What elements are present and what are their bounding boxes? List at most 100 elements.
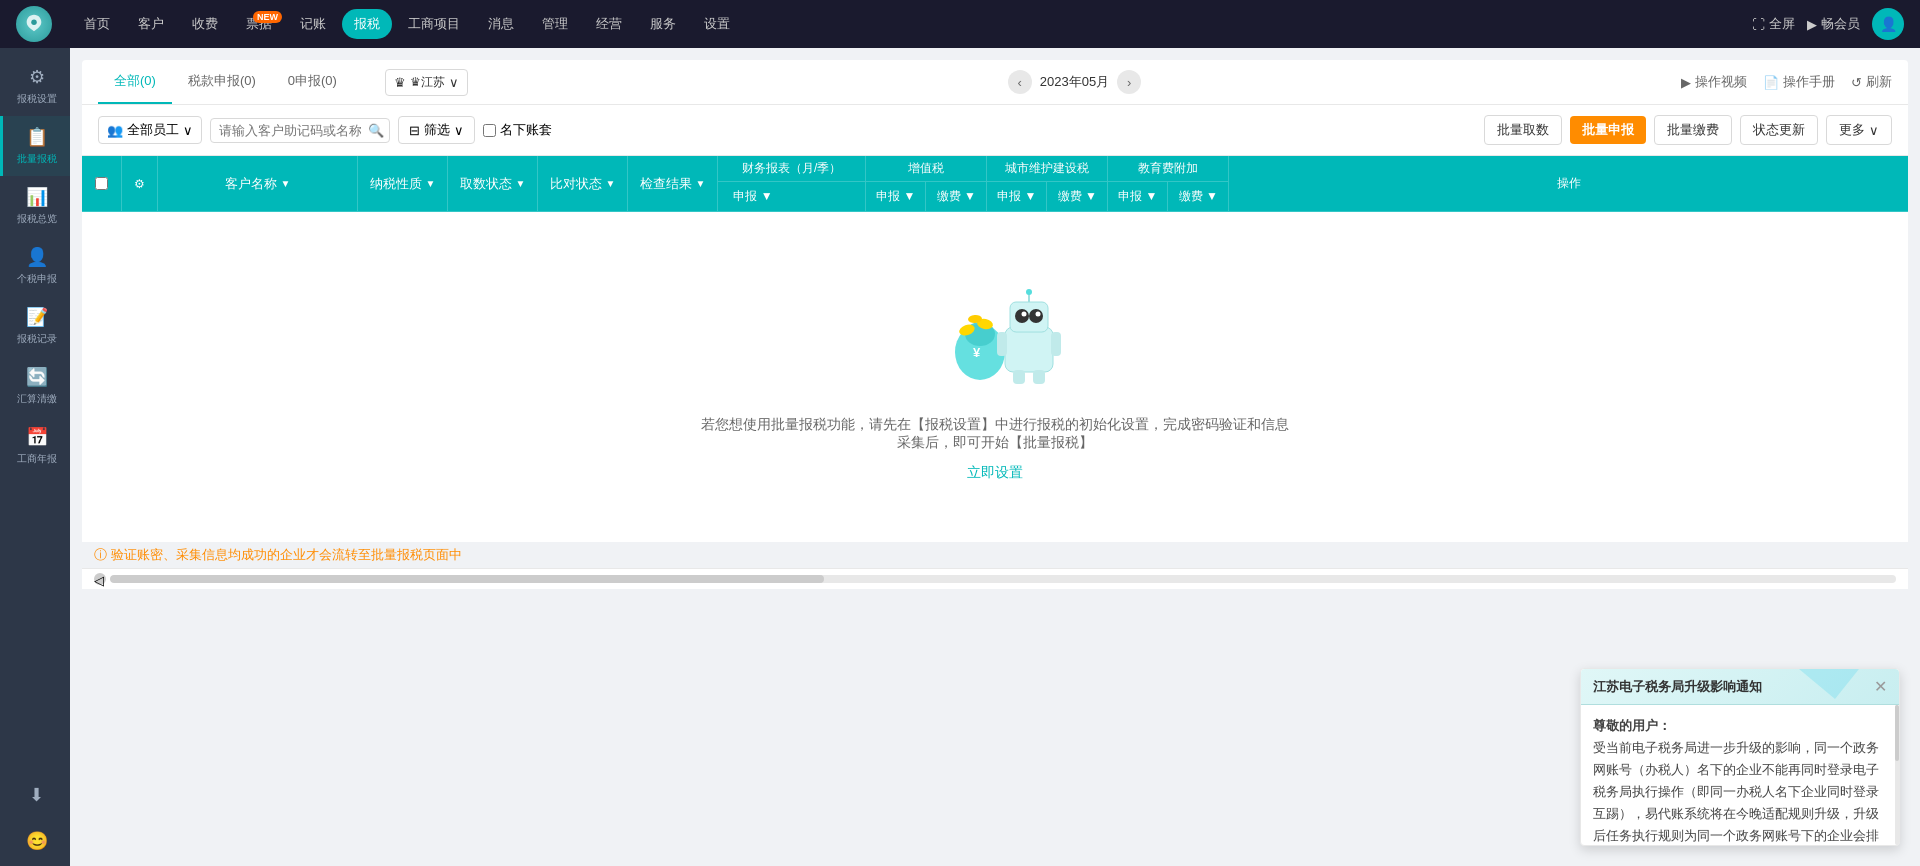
svg-point-14	[1026, 289, 1032, 295]
horizontal-scrollbar[interactable]	[110, 575, 1896, 583]
tip-icon: ⓘ	[94, 546, 107, 564]
filter-bar: 👥 全部员工 ∨ 🔍 ⊟ 筛选 ∨ 名下账套 批量取数 批量申报 批量缴费 状态…	[82, 105, 1908, 156]
user-icon: 😊	[26, 830, 48, 852]
notification-content: 受当前电子税务局进一步升级的影响，同一个政务网账号（办税人）名下的企业不能再同时…	[1593, 737, 1887, 845]
nav-item-business[interactable]: 工商项目	[396, 9, 472, 39]
th-compare-status-filter-icon[interactable]: ▼	[606, 178, 616, 189]
th-education-pay: 缴费 ▼	[1168, 182, 1228, 211]
period-region-area: ♛ ♛江苏 ∨	[369, 69, 484, 96]
period-next-button[interactable]: ›	[1117, 70, 1141, 94]
sidebar-item-user[interactable]: 😊	[0, 820, 70, 866]
account-checkbox-label: 名下账套	[500, 121, 552, 139]
nav-item-message[interactable]: 消息	[476, 9, 526, 39]
nav-item-home[interactable]: 首页	[72, 9, 122, 39]
nav-item-invoice[interactable]: 票据NEW	[234, 9, 284, 39]
th-operation: 操作	[1229, 156, 1908, 211]
tax-records-label: 报税记录	[17, 332, 57, 346]
employee-label: 全部员工	[127, 121, 179, 139]
manual-link[interactable]: 📄 操作手册	[1763, 73, 1835, 91]
notification-scrollbar[interactable]	[1895, 705, 1899, 845]
user-avatar[interactable]: 👤	[1872, 8, 1904, 40]
th-fetch-status-label: 取数状态	[460, 175, 512, 193]
th-check-result-filter-icon[interactable]: ▼	[696, 178, 706, 189]
region-select[interactable]: ♛ ♛江苏 ∨	[385, 69, 468, 96]
svg-point-10	[1029, 309, 1043, 323]
nav-item-settings[interactable]: 设置	[692, 9, 742, 39]
nav-item-billing[interactable]: 收费	[180, 9, 230, 39]
tab-zero-report[interactable]: 0申报(0)	[272, 60, 353, 104]
sidebar-item-annual-report[interactable]: 📅工商年报	[0, 416, 70, 476]
th-group-urban: 城市维护建设税 申报 ▼ 缴费 ▼	[987, 156, 1108, 211]
th-name-filter-icon[interactable]: ▼	[281, 178, 291, 189]
sidebar-item-reconcile[interactable]: 🔄汇算清缴	[0, 356, 70, 416]
th-tax-nature-filter-icon[interactable]: ▼	[426, 178, 436, 189]
search-input[interactable]	[210, 118, 390, 143]
sidebar-item-tax-records[interactable]: 📝报税记录	[0, 296, 70, 356]
scroll-left-btn[interactable]: ◁	[94, 573, 106, 585]
batch-report-button[interactable]: 批量申报	[1570, 116, 1646, 144]
th-urban-pay: 缴费 ▼	[1047, 182, 1107, 211]
video-icon: ▶	[1681, 75, 1691, 90]
th-vat-title: 增值税	[866, 156, 986, 182]
th-name-label: 客户名称	[225, 175, 277, 193]
video-link[interactable]: ▶ 操作视频	[1681, 73, 1747, 91]
setup-link[interactable]: 立即设置	[967, 464, 1023, 482]
member-button[interactable]: ▶ 畅会员	[1807, 15, 1860, 33]
tab-tax-report[interactable]: 税款申报(0)	[172, 60, 272, 104]
account-checkbox[interactable]	[483, 124, 496, 137]
employee-icon: 👥	[107, 123, 123, 138]
th-fetch-status-filter-icon[interactable]: ▼	[516, 178, 526, 189]
personal-tax-label: 个税申报	[17, 272, 57, 286]
nav-item-tax[interactable]: 报税	[342, 9, 392, 39]
reconcile-icon: 🔄	[26, 366, 48, 388]
svg-text:¥: ¥	[973, 345, 981, 360]
filter-icon: ⊟	[409, 123, 420, 138]
nav-badge-invoice: NEW	[253, 11, 282, 23]
th-checkbox	[82, 156, 122, 211]
fullscreen-button[interactable]: ⛶ 全屏	[1752, 15, 1795, 33]
notification-body: 尊敬的用户： 受当前电子税务局进一步升级的影响，同一个政务网账号（办税人）名下的…	[1581, 705, 1899, 845]
nav-item-customer[interactable]: 客户	[126, 9, 176, 39]
status-update-button[interactable]: 状态更新	[1740, 115, 1818, 145]
search-button[interactable]: 🔍	[368, 123, 384, 138]
sidebar-item-tax-settings[interactable]: ⚙报税设置	[0, 56, 70, 116]
filter-dropdown-icon: ∨	[454, 123, 464, 138]
employee-select[interactable]: 👥 全部员工 ∨	[98, 116, 202, 144]
action-buttons: 批量取数 批量申报 批量缴费 状态更新 更多 ∨	[1484, 115, 1892, 145]
nav-item-accounting[interactable]: 记账	[288, 9, 338, 39]
filter-button[interactable]: ⊟ 筛选 ∨	[398, 116, 475, 144]
tab-all[interactable]: 全部(0)	[98, 60, 172, 104]
more-button[interactable]: 更多 ∨	[1826, 115, 1892, 145]
th-vat-report: 申报 ▼	[866, 182, 926, 211]
th-group-vat: 增值税 申报 ▼ 缴费 ▼	[866, 156, 987, 211]
period-prev-button[interactable]: ‹	[1008, 70, 1032, 94]
select-all-checkbox[interactable]	[95, 177, 108, 190]
notification-close-button[interactable]: ✕	[1874, 677, 1887, 696]
nav-item-service[interactable]: 服务	[638, 9, 688, 39]
employee-dropdown-icon: ∨	[183, 123, 193, 138]
top-navigation: 首页客户收费票据NEW记账报税工商项目消息管理经营服务设置 ⛶ 全屏 ▶ 畅会员…	[0, 0, 1920, 48]
account-checkbox-wrap[interactable]: 名下账套	[483, 121, 552, 139]
nav-item-management[interactable]: 管理	[530, 9, 580, 39]
th-financial-sub: 申报 ▼	[718, 182, 865, 211]
sidebar-item-batch-tax[interactable]: 📋批量报税	[0, 116, 70, 176]
nav-item-operation[interactable]: 经营	[584, 9, 634, 39]
nav-menu: 首页客户收费票据NEW记账报税工商项目消息管理经营服务设置	[72, 9, 1752, 39]
sidebar-item-tax-summary[interactable]: 📊报税总览	[0, 176, 70, 236]
period-navigation: ‹ 2023年05月 ›	[1008, 70, 1141, 94]
sidebar-item-download[interactable]: ⬇	[0, 774, 70, 820]
th-vat-pay: 缴费 ▼	[926, 182, 986, 211]
th-gear[interactable]: ⚙	[122, 156, 158, 211]
filter-label: 筛选	[424, 121, 450, 139]
svg-point-9	[1015, 309, 1029, 323]
batch-fetch-button[interactable]: 批量取数	[1484, 115, 1562, 145]
batch-pay-button[interactable]: 批量缴费	[1654, 115, 1732, 145]
svg-rect-18	[1033, 370, 1045, 384]
sidebar-item-personal-tax[interactable]: 👤个税申报	[0, 236, 70, 296]
th-check-result-label: 检查结果	[640, 175, 692, 193]
refresh-link[interactable]: ↺ 刷新	[1851, 73, 1892, 91]
notification-panel: 江苏电子税务局升级影响通知 ✕ 尊敬的用户： 受当前电子税务局进一步升级的影响，…	[1580, 668, 1900, 846]
table-header-top-row: ⚙ 客户名称 ▼ 纳税性质 ▼ 取数状态 ▼ 比对状态 ▼ 检查结果 ▼	[82, 156, 1908, 212]
app-logo[interactable]	[16, 6, 52, 42]
svg-rect-7	[1005, 327, 1053, 372]
